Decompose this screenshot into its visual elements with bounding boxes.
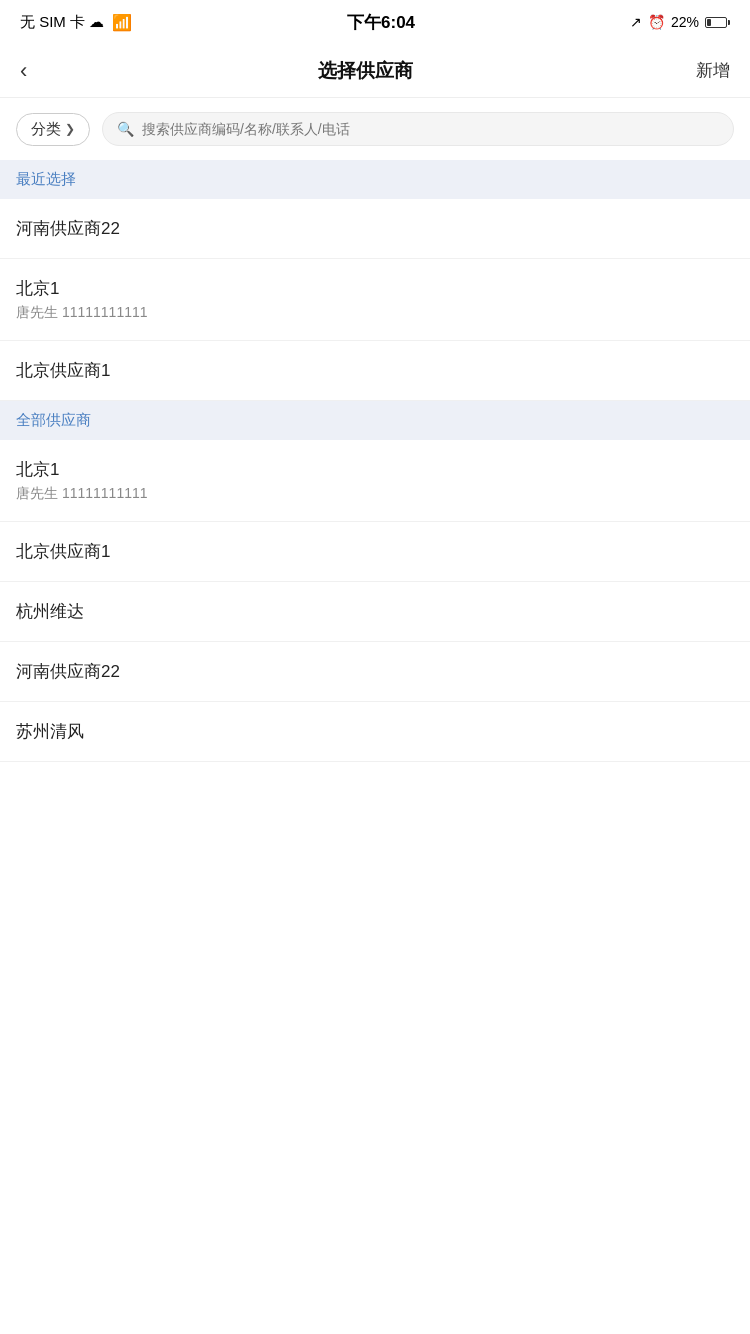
item-name: 北京供应商1 bbox=[16, 359, 734, 382]
filter-row: 分类 ❯ 🔍 bbox=[0, 98, 750, 160]
list-item[interactable]: 北京供应商1 bbox=[0, 341, 750, 401]
item-name: 河南供应商22 bbox=[16, 217, 734, 240]
item-name: 北京1 bbox=[16, 458, 734, 481]
list-item[interactable]: 杭州维达 bbox=[0, 582, 750, 642]
status-bar: 无 SIM 卡 ☁ 📶 下午6:04 ↗ ⏰ 22% bbox=[0, 0, 750, 44]
list-item[interactable]: 苏州清风 bbox=[0, 702, 750, 762]
location-icon: ↗ bbox=[630, 14, 642, 30]
chevron-right-icon: ❯ bbox=[65, 122, 75, 136]
item-name: 苏州清风 bbox=[16, 720, 734, 743]
list-item[interactable]: 北京供应商1 bbox=[0, 522, 750, 582]
item-sub: 唐先生 11111111111 bbox=[16, 485, 734, 503]
add-button[interactable]: 新增 bbox=[696, 59, 730, 82]
no-sim-label: 无 SIM 卡 ☁ bbox=[20, 13, 104, 32]
recent-section-header: 最近选择 bbox=[0, 160, 750, 199]
status-right: ↗ ⏰ 22% bbox=[630, 14, 730, 30]
list-item[interactable]: 河南供应商22 bbox=[0, 199, 750, 259]
search-box[interactable]: 🔍 bbox=[102, 112, 734, 146]
battery-icon bbox=[705, 17, 730, 28]
search-input[interactable] bbox=[142, 121, 719, 137]
status-left: 无 SIM 卡 ☁ 📶 bbox=[20, 13, 132, 32]
nav-bar: ‹ 选择供应商 新增 bbox=[0, 44, 750, 98]
category-filter-button[interactable]: 分类 ❯ bbox=[16, 113, 90, 146]
item-sub: 唐先生 11111111111 bbox=[16, 304, 734, 322]
status-time: 下午6:04 bbox=[347, 11, 415, 34]
list-item[interactable]: 北京1 唐先生 11111111111 bbox=[0, 259, 750, 341]
recent-list: 河南供应商22 北京1 唐先生 11111111111 北京供应商1 bbox=[0, 199, 750, 401]
all-section-header: 全部供应商 bbox=[0, 401, 750, 440]
search-icon: 🔍 bbox=[117, 121, 134, 137]
alarm-icon: ⏰ bbox=[648, 14, 665, 30]
recent-header-label: 最近选择 bbox=[16, 170, 76, 187]
all-header-label: 全部供应商 bbox=[16, 411, 91, 428]
page-title: 选择供应商 bbox=[318, 58, 413, 84]
category-label: 分类 bbox=[31, 120, 61, 139]
item-name: 杭州维达 bbox=[16, 600, 734, 623]
back-button[interactable]: ‹ bbox=[20, 54, 35, 88]
wifi-icon: 📶 bbox=[112, 13, 132, 32]
battery-percent: 22% bbox=[671, 14, 699, 30]
list-item[interactable]: 河南供应商22 bbox=[0, 642, 750, 702]
item-name: 北京1 bbox=[16, 277, 734, 300]
item-name: 北京供应商1 bbox=[16, 540, 734, 563]
all-list: 北京1 唐先生 11111111111 北京供应商1 杭州维达河南供应商22 苏州清风 bbox=[0, 440, 750, 762]
list-item[interactable]: 北京1 唐先生 11111111111 bbox=[0, 440, 750, 522]
item-name: 河南供应商22 bbox=[16, 660, 734, 683]
